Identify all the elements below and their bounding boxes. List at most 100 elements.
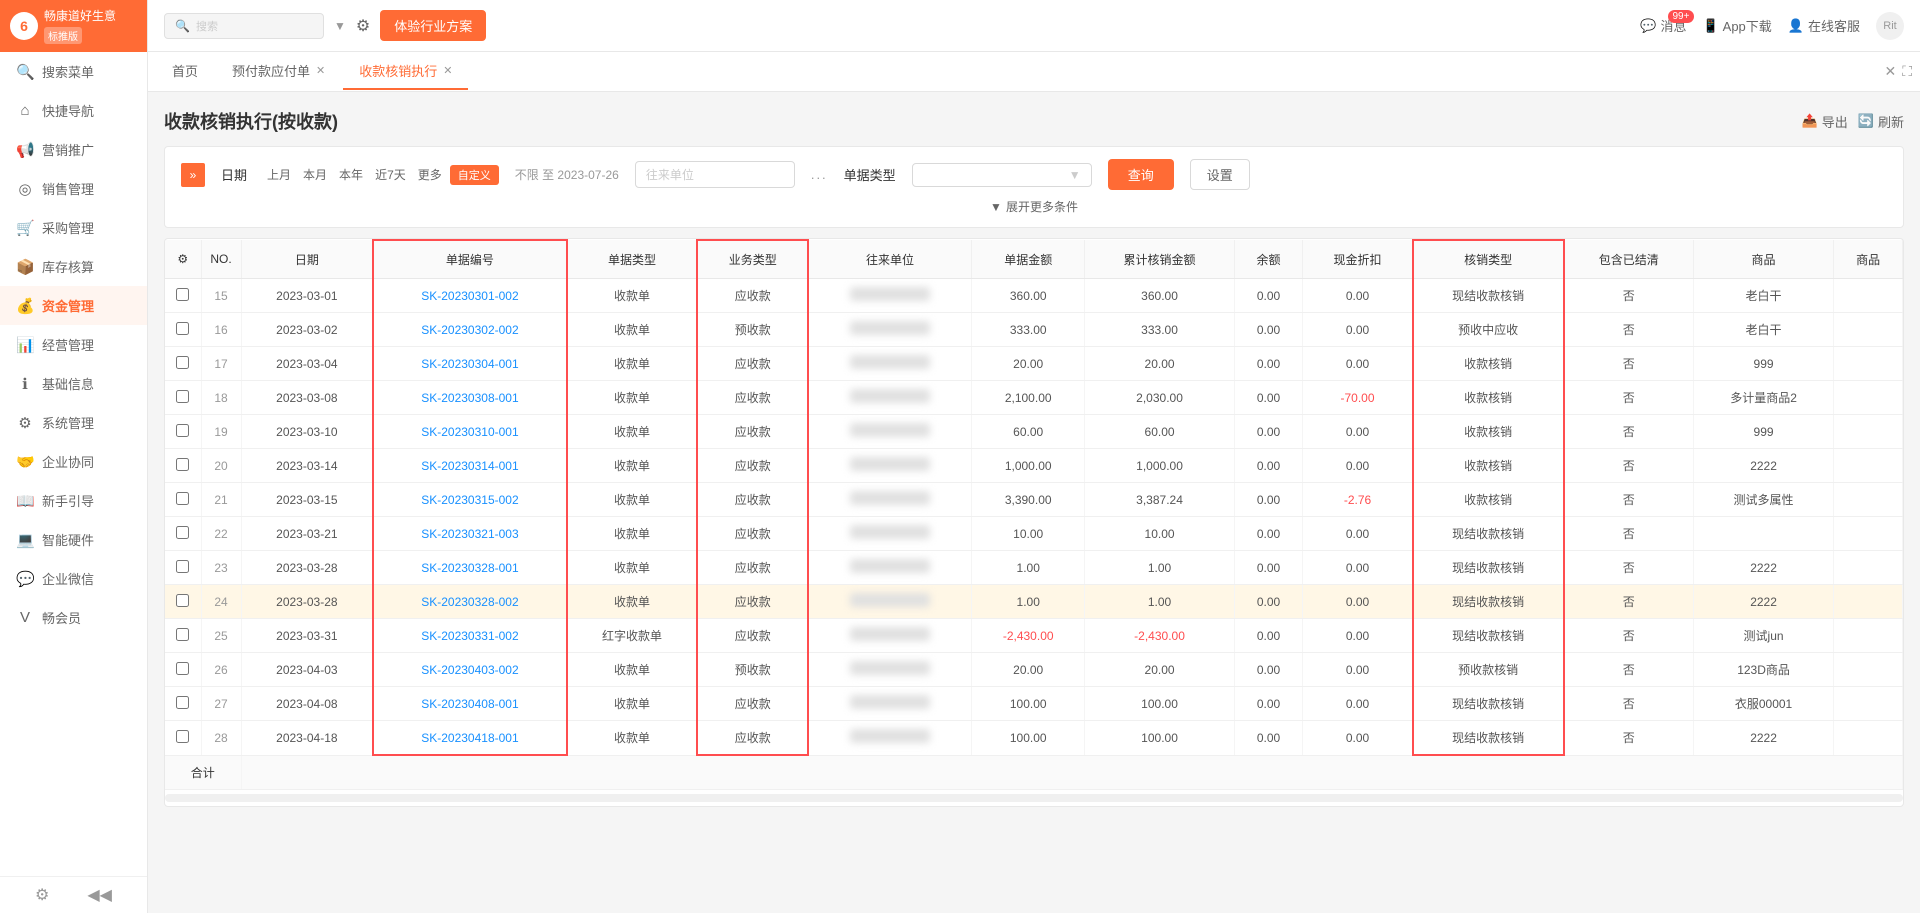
cell-checkbox[interactable] <box>165 483 201 517</box>
sidebar-item-hardware[interactable]: 💻智能硬件 <box>0 520 147 559</box>
col-settings[interactable]: ⚙ <box>165 240 201 279</box>
doc-no-link[interactable]: SK-20230331-002 <box>421 629 518 643</box>
doc-no-link[interactable]: SK-20230301-002 <box>421 289 518 303</box>
cell-checkbox[interactable] <box>165 551 201 585</box>
doc-type-select[interactable]: ▼ <box>912 163 1092 187</box>
col-date: 日期 <box>241 240 373 279</box>
more-date-btn[interactable]: 更多 <box>414 164 446 185</box>
horizontal-scrollbar[interactable] <box>165 794 1903 802</box>
cell-partner <box>808 347 971 381</box>
row-checkbox[interactable] <box>176 526 189 539</box>
more-filters-dots[interactable]: ... <box>811 167 828 182</box>
row-checkbox[interactable] <box>176 628 189 641</box>
doc-no-link[interactable]: SK-20230308-001 <box>421 391 518 405</box>
cell-verified: 20.00 <box>1085 653 1234 687</box>
topbar-search[interactable]: 🔍 搜索 <box>164 13 324 39</box>
user-avatar[interactable]: Rit <box>1876 12 1904 40</box>
sidebar-item-inventory[interactable]: 📦库存核算 <box>0 247 147 286</box>
row-checkbox[interactable] <box>176 560 189 573</box>
cell-product: 2222 <box>1693 449 1833 483</box>
partner-value <box>850 627 930 641</box>
expand-window-icon[interactable]: ⛶ <box>1902 63 1912 80</box>
doc-no-link[interactable]: SK-20230418-001 <box>421 731 518 745</box>
doc-no-link[interactable]: SK-20230314-001 <box>421 459 518 473</box>
cell-checkbox[interactable] <box>165 381 201 415</box>
sidebar-item-sales[interactable]: ◎销售管理 <box>0 169 147 208</box>
doc-no-link[interactable]: SK-20230328-002 <box>421 595 518 609</box>
collapse-icon[interactable]: ◀◀ <box>87 885 112 905</box>
row-checkbox[interactable] <box>176 390 189 403</box>
gear-icon[interactable]: ⚙ <box>356 16 370 36</box>
cell-checkbox[interactable] <box>165 721 201 756</box>
setting-btn[interactable]: 设置 <box>1190 159 1250 190</box>
doc-no-link[interactable]: SK-20230321-003 <box>421 527 518 541</box>
sidebar-item-coop[interactable]: 🤝企业协同 <box>0 442 147 481</box>
expand-more-btn[interactable]: ▼ 展开更多条件 <box>990 198 1078 215</box>
tab-receipts[interactable]: 收款核销执行✕ <box>343 53 468 90</box>
this-month-btn[interactable]: 本月 <box>299 164 331 185</box>
row-checkbox[interactable] <box>176 662 189 675</box>
sidebar-item-member[interactable]: V畅会员 <box>0 598 147 637</box>
sidebar-item-purchase[interactable]: 🛒采购管理 <box>0 208 147 247</box>
custom-date-btn[interactable]: 自定义 <box>450 165 499 185</box>
doc-no-link[interactable]: SK-20230302-002 <box>421 323 518 337</box>
cell-product2 <box>1834 687 1903 721</box>
cell-checkbox[interactable] <box>165 517 201 551</box>
tab-close-prepay[interactable]: ✕ <box>316 64 325 77</box>
doc-no-link[interactable]: SK-20230315-002 <box>421 493 518 507</box>
row-checkbox[interactable] <box>176 458 189 471</box>
row-checkbox[interactable] <box>176 356 189 369</box>
partner-input[interactable]: 往来单位 <box>635 161 795 188</box>
doc-no-link[interactable]: SK-20230408-001 <box>421 697 518 711</box>
cell-checkbox[interactable] <box>165 449 201 483</box>
online-service-btn[interactable]: 👤 在线客服 <box>1788 16 1860 35</box>
cell-checkbox[interactable] <box>165 585 201 619</box>
settings-icon[interactable]: ⚙ <box>35 885 49 905</box>
sidebar-item-operation[interactable]: 📊经营管理 <box>0 325 147 364</box>
query-btn[interactable]: 查询 <box>1108 159 1174 190</box>
tab-prepay[interactable]: 预付款应付单✕ <box>216 53 341 90</box>
row-checkbox[interactable] <box>176 424 189 437</box>
row-checkbox[interactable] <box>176 696 189 709</box>
cell-checkbox[interactable] <box>165 653 201 687</box>
row-checkbox[interactable] <box>176 322 189 335</box>
cell-no: 17 <box>201 347 241 381</box>
message-btn[interactable]: 💬 消息 99+ <box>1640 16 1686 35</box>
sidebar-item-search[interactable]: 🔍搜索菜单 <box>0 52 147 91</box>
last-7days-btn[interactable]: 近7天 <box>371 164 410 185</box>
close-window-icon[interactable]: ✕ <box>1884 63 1896 80</box>
refresh-btn[interactable]: 🔄 刷新 <box>1858 112 1904 131</box>
doc-no-link[interactable]: SK-20230403-002 <box>421 663 518 677</box>
doc-no-link[interactable]: SK-20230328-001 <box>421 561 518 575</box>
doc-no-link[interactable]: SK-20230310-001 <box>421 425 518 439</box>
row-checkbox[interactable] <box>176 594 189 607</box>
sidebar-item-system[interactable]: ⚙系统管理 <box>0 403 147 442</box>
sidebar-item-basic[interactable]: ℹ基础信息 <box>0 364 147 403</box>
this-year-btn[interactable]: 本年 <box>335 164 367 185</box>
tab-home[interactable]: 首页 <box>156 53 214 90</box>
industry-btn[interactable]: 体验行业方案 <box>380 10 486 41</box>
cell-checkbox[interactable] <box>165 347 201 381</box>
export-btn[interactable]: 📤 导出 <box>1802 112 1848 131</box>
row-checkbox[interactable] <box>176 288 189 301</box>
cell-checkbox[interactable] <box>165 313 201 347</box>
sidebar-item-marketing[interactable]: 📢营销推广 <box>0 130 147 169</box>
row-checkbox[interactable] <box>176 730 189 743</box>
export-icon: 📤 <box>1802 113 1818 129</box>
cell-checkbox[interactable] <box>165 415 201 449</box>
cell-doc-no: SK-20230301-002 <box>373 279 566 313</box>
doc-no-link[interactable]: SK-20230304-001 <box>421 357 518 371</box>
filter-expand-btn[interactable]: » <box>181 163 205 187</box>
dropdown-arrow[interactable]: ▼ <box>334 19 346 33</box>
last-month-btn[interactable]: 上月 <box>263 164 295 185</box>
tab-close-receipts[interactable]: ✕ <box>443 64 452 77</box>
cell-checkbox[interactable] <box>165 279 201 313</box>
cell-checkbox[interactable] <box>165 619 201 653</box>
cell-checkbox[interactable] <box>165 687 201 721</box>
sidebar-item-guide[interactable]: 📖新手引导 <box>0 481 147 520</box>
sidebar-item-finance[interactable]: 💰资金管理 <box>0 286 147 325</box>
sidebar-item-quick[interactable]: ⌂快捷导航 <box>0 91 147 130</box>
sidebar-item-wechat[interactable]: 💬企业微信 <box>0 559 147 598</box>
app-download-btn[interactable]: 📱 App下载 <box>1702 16 1771 35</box>
row-checkbox[interactable] <box>176 492 189 505</box>
